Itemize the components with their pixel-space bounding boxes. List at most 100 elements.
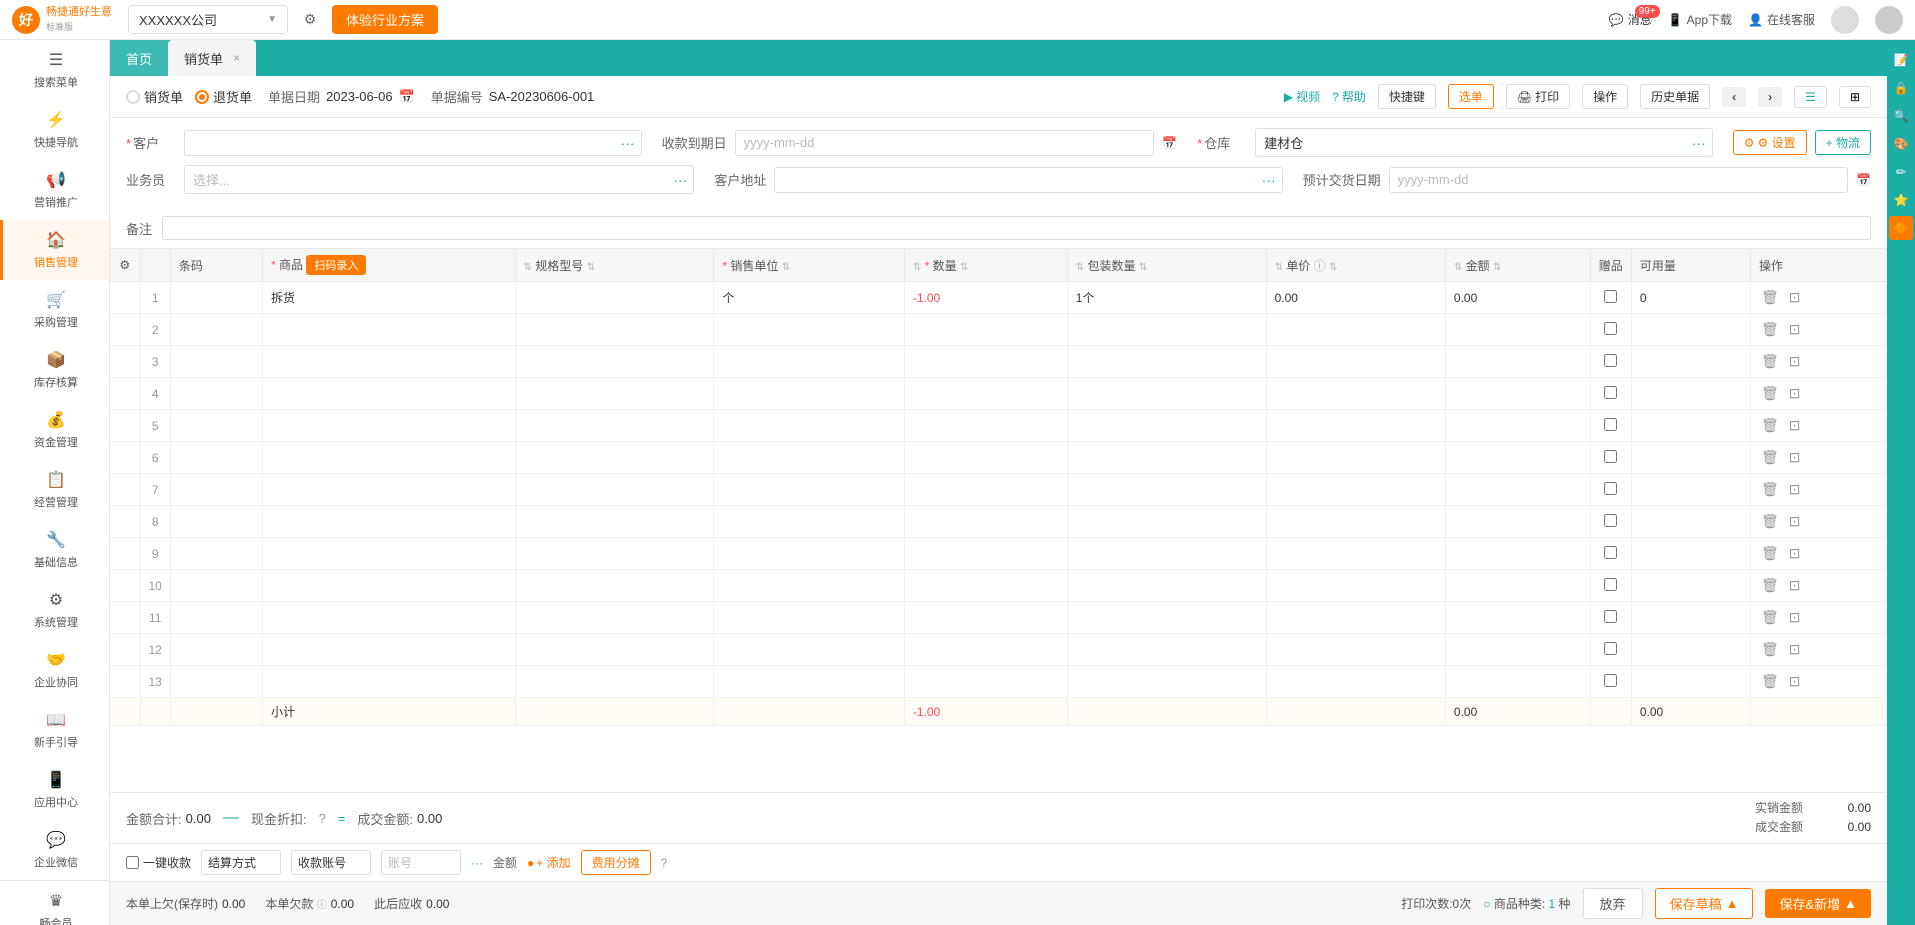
row-product-7[interactable] xyxy=(263,474,516,506)
sidebar-item-purchase[interactable]: 🛒 采购管理 xyxy=(0,280,109,340)
sidebar-item-search[interactable]: ☰ 搜索菜单 xyxy=(0,40,109,100)
row-delete-btn-4[interactable]: 🗑 xyxy=(1759,383,1781,404)
right-panel-orange-icon[interactable]: 🔶 xyxy=(1889,216,1913,240)
one-click-pay-checkbox[interactable]: 一键收款 xyxy=(126,854,191,871)
row-pkg-qty-12[interactable] xyxy=(1067,634,1266,666)
row-pkg-qty-3[interactable] xyxy=(1067,346,1266,378)
row-copy-btn-10[interactable]: ⊡ xyxy=(1787,575,1803,596)
row-copy-btn-5[interactable]: ⊡ xyxy=(1787,415,1803,436)
row-unit-9[interactable] xyxy=(714,538,904,570)
abandon-button[interactable]: 放弃 xyxy=(1583,888,1643,919)
row-delete-btn-9[interactable]: 🗑 xyxy=(1759,543,1781,564)
row-amount-5[interactable] xyxy=(1445,410,1590,442)
save-draft-button[interactable]: 保存草稿 ▲ xyxy=(1655,888,1754,919)
row-copy-btn-6[interactable]: ⊡ xyxy=(1787,447,1803,468)
row-price-12[interactable] xyxy=(1266,634,1445,666)
row-pkg-qty-7[interactable] xyxy=(1067,474,1266,506)
nav-prev-btn[interactable]: ‹ xyxy=(1722,87,1746,107)
settings-icon[interactable]: ⚙ xyxy=(296,6,324,34)
one-click-checkbox[interactable] xyxy=(126,856,139,869)
row-spec-3[interactable] xyxy=(515,346,714,378)
row-price-2[interactable] xyxy=(1266,314,1445,346)
row-pkg-qty-8[interactable] xyxy=(1067,506,1266,538)
row-price-8[interactable] xyxy=(1266,506,1445,538)
discount-help-icon[interactable]: ? xyxy=(319,811,326,826)
tab-home[interactable]: 首页 xyxy=(110,40,168,76)
row-product-5[interactable] xyxy=(263,410,516,442)
sidebar-item-enterprise[interactable]: 🤝 企业协同 xyxy=(0,640,109,700)
row-amount-6[interactable] xyxy=(1445,442,1590,474)
row-gift-3[interactable] xyxy=(1590,346,1631,378)
row-spec-1[interactable] xyxy=(515,282,714,314)
row-price-1[interactable]: 0.00 xyxy=(1266,282,1445,314)
row-gift-2[interactable] xyxy=(1590,314,1631,346)
row-barcode-9[interactable] xyxy=(170,538,262,570)
row-qty-13[interactable] xyxy=(904,666,1067,698)
row-product-13[interactable] xyxy=(263,666,516,698)
row-copy-btn-8[interactable]: ⊡ xyxy=(1787,511,1803,532)
history-btn[interactable]: 历史单据 xyxy=(1640,84,1710,109)
row-gift-9[interactable] xyxy=(1590,538,1631,570)
row-unit-4[interactable] xyxy=(714,378,904,410)
row-pkg-qty-5[interactable] xyxy=(1067,410,1266,442)
save-new-button[interactable]: 保存&新增 ▲ xyxy=(1765,889,1871,918)
row-delete-btn-12[interactable]: 🗑 xyxy=(1759,639,1781,660)
trial-button[interactable]: 体验行业方案 xyxy=(332,5,438,34)
row-product-6[interactable] xyxy=(263,442,516,474)
setting-button[interactable]: ⚙ ⚙ 设置 xyxy=(1733,130,1807,155)
row-copy-btn-4[interactable]: ⊡ xyxy=(1787,383,1803,404)
row-amount-12[interactable] xyxy=(1445,634,1590,666)
row-amount-8[interactable] xyxy=(1445,506,1590,538)
row-product-4[interactable] xyxy=(263,378,516,410)
row-pkg-qty-1[interactable]: 1个 xyxy=(1067,282,1266,314)
row-copy-btn-1[interactable]: ⊡ xyxy=(1787,287,1803,308)
row-qty-4[interactable] xyxy=(904,378,1067,410)
payment-date-input[interactable]: yyyy-mm-dd xyxy=(735,130,1155,156)
row-price-5[interactable] xyxy=(1266,410,1445,442)
row-product-2[interactable] xyxy=(263,314,516,346)
right-panel-palette-icon[interactable]: 🎨 xyxy=(1889,132,1913,156)
row-copy-btn-7[interactable]: ⊡ xyxy=(1787,479,1803,500)
radio-return-order[interactable]: 退货单 xyxy=(195,87,252,106)
row-delete-btn-1[interactable]: 🗑 xyxy=(1759,287,1781,308)
row-barcode-5[interactable] xyxy=(170,410,262,442)
video-link[interactable]: ▶ 视频 xyxy=(1284,88,1320,105)
row-amount-2[interactable] xyxy=(1445,314,1590,346)
row-qty-10[interactable] xyxy=(904,570,1067,602)
row-spec-11[interactable] xyxy=(515,602,714,634)
fee-split-button[interactable]: 费用分摊 xyxy=(581,850,651,875)
row-pkg-qty-9[interactable] xyxy=(1067,538,1266,570)
row-delete-btn-11[interactable]: 🗑 xyxy=(1759,607,1781,628)
logistics-button[interactable]: + 物流 xyxy=(1815,130,1871,155)
row-spec-13[interactable] xyxy=(515,666,714,698)
nav-next-btn[interactable]: › xyxy=(1758,87,1782,107)
row-unit-5[interactable] xyxy=(714,410,904,442)
row-price-4[interactable] xyxy=(1266,378,1445,410)
payment-account-select[interactable]: 收款账号 xyxy=(291,850,371,875)
row-barcode-8[interactable] xyxy=(170,506,262,538)
row-barcode-13[interactable] xyxy=(170,666,262,698)
sidebar-item-quicknav[interactable]: ⚡ 快捷导航 xyxy=(0,100,109,160)
right-panel-star-icon[interactable]: ⭐ xyxy=(1889,188,1913,212)
sidebar-item-system[interactable]: ⚙ 系统管理 xyxy=(0,580,109,640)
payment-method-select[interactable]: 结算方式 xyxy=(201,850,281,875)
operation-btn[interactable]: 操作 xyxy=(1582,84,1628,109)
right-panel-edit-icon[interactable]: ✏ xyxy=(1889,160,1913,184)
row-unit-3[interactable] xyxy=(714,346,904,378)
tab-close-icon[interactable]: × xyxy=(233,51,240,65)
row-qty-1[interactable]: -1.00 xyxy=(904,282,1067,314)
row-spec-6[interactable] xyxy=(515,442,714,474)
calendar-icon[interactable]: 📅 xyxy=(399,89,415,105)
row-qty-5[interactable] xyxy=(904,410,1067,442)
sidebar-item-member[interactable]: ♛ 畅会员 xyxy=(0,881,109,925)
company-selector[interactable]: XXXXXX公司 ▼ xyxy=(128,5,288,34)
delivery-calendar-icon[interactable]: 📅 xyxy=(1856,173,1871,187)
row-barcode-7[interactable] xyxy=(170,474,262,506)
row-copy-btn-2[interactable]: ⊡ xyxy=(1787,319,1803,340)
row-price-9[interactable] xyxy=(1266,538,1445,570)
row-pkg-qty-4[interactable] xyxy=(1067,378,1266,410)
radio-sales-order[interactable]: 销货单 xyxy=(126,87,183,106)
row-unit-8[interactable] xyxy=(714,506,904,538)
row-qty-3[interactable] xyxy=(904,346,1067,378)
row-barcode-12[interactable] xyxy=(170,634,262,666)
